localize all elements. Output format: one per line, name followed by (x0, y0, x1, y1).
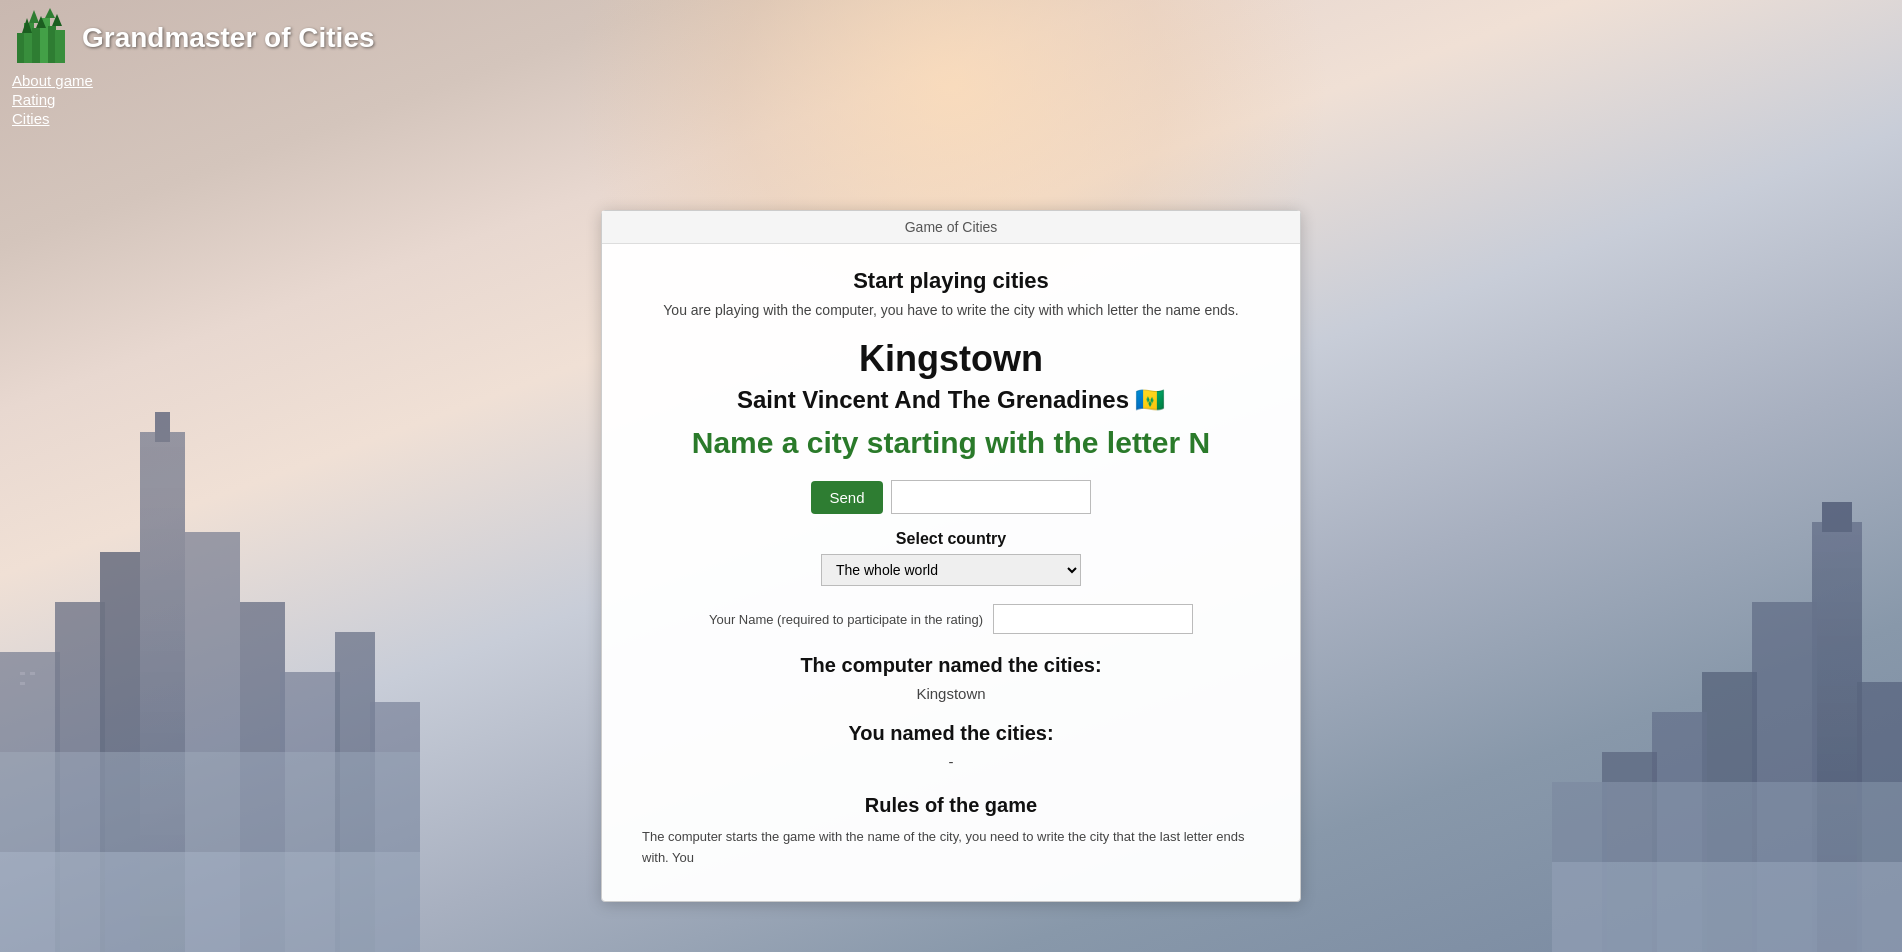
current-city: Kingstown (642, 338, 1260, 380)
svg-rect-13 (0, 752, 420, 952)
select-country-label: Select country (642, 530, 1260, 548)
svg-rect-30 (55, 30, 65, 63)
svg-rect-8 (335, 632, 375, 952)
player-name-input[interactable] (993, 604, 1193, 634)
nav-cities[interactable]: Cities (12, 110, 50, 127)
svg-rect-4 (100, 552, 140, 952)
svg-rect-17 (1752, 602, 1817, 952)
svg-rect-20 (1602, 752, 1657, 952)
svg-rect-0 (140, 432, 185, 952)
svg-rect-14 (0, 852, 420, 952)
city-answer-input[interactable] (891, 480, 1091, 514)
svg-rect-16 (1822, 502, 1852, 532)
panel-subtitle: You are playing with the computer, you h… (642, 302, 1260, 318)
nav-rating[interactable]: Rating (12, 91, 55, 108)
svg-rect-11 (30, 672, 35, 675)
svg-rect-7 (280, 672, 340, 952)
svg-rect-27 (32, 28, 40, 63)
site-logo-icon (12, 8, 72, 68)
svg-rect-6 (240, 602, 285, 952)
svg-rect-12 (20, 682, 25, 685)
country-flag-icon: 🇻🇨 (1135, 386, 1165, 414)
panel-header: Game of Cities (602, 211, 1300, 244)
svg-rect-2 (0, 652, 60, 952)
country-name: Saint Vincent And The Grenadines 🇻🇨 (642, 386, 1260, 414)
svg-marker-32 (29, 10, 39, 23)
country-select[interactable]: The whole world (821, 554, 1081, 586)
svg-rect-10 (20, 672, 25, 675)
rules-heading: Rules of the game (642, 794, 1260, 817)
computer-cities-heading: The computer named the cities: (642, 654, 1260, 677)
svg-rect-9 (370, 702, 420, 952)
you-named-heading: You named the cities: (642, 722, 1260, 745)
svg-rect-18 (1702, 672, 1757, 952)
svg-rect-29 (48, 26, 56, 63)
rules-text: The computer starts the game with the na… (642, 827, 1260, 869)
svg-rect-23 (1552, 782, 1902, 952)
you-named-cities-list: - (642, 753, 1260, 770)
svg-rect-24 (1552, 862, 1902, 952)
send-button[interactable]: Send (811, 481, 882, 514)
svg-rect-19 (1652, 712, 1707, 952)
svg-rect-15 (1812, 522, 1862, 952)
computer-cities-list: Kingstown (642, 685, 1260, 702)
game-panel: Game of Cities Start playing cities You … (601, 210, 1301, 902)
svg-rect-21 (1552, 782, 1607, 952)
svg-rect-5 (185, 532, 240, 952)
svg-marker-34 (45, 8, 55, 18)
nav-about[interactable]: About game (12, 72, 93, 89)
panel-title: Start playing cities (642, 268, 1260, 294)
svg-rect-3 (55, 602, 105, 952)
site-title: Grandmaster of Cities (82, 22, 375, 54)
svg-rect-1 (155, 412, 170, 442)
svg-rect-22 (1857, 682, 1902, 952)
prompt-text: Name a city starting with the letter N (642, 426, 1260, 460)
name-label: Your Name (required to participate in th… (709, 612, 983, 627)
